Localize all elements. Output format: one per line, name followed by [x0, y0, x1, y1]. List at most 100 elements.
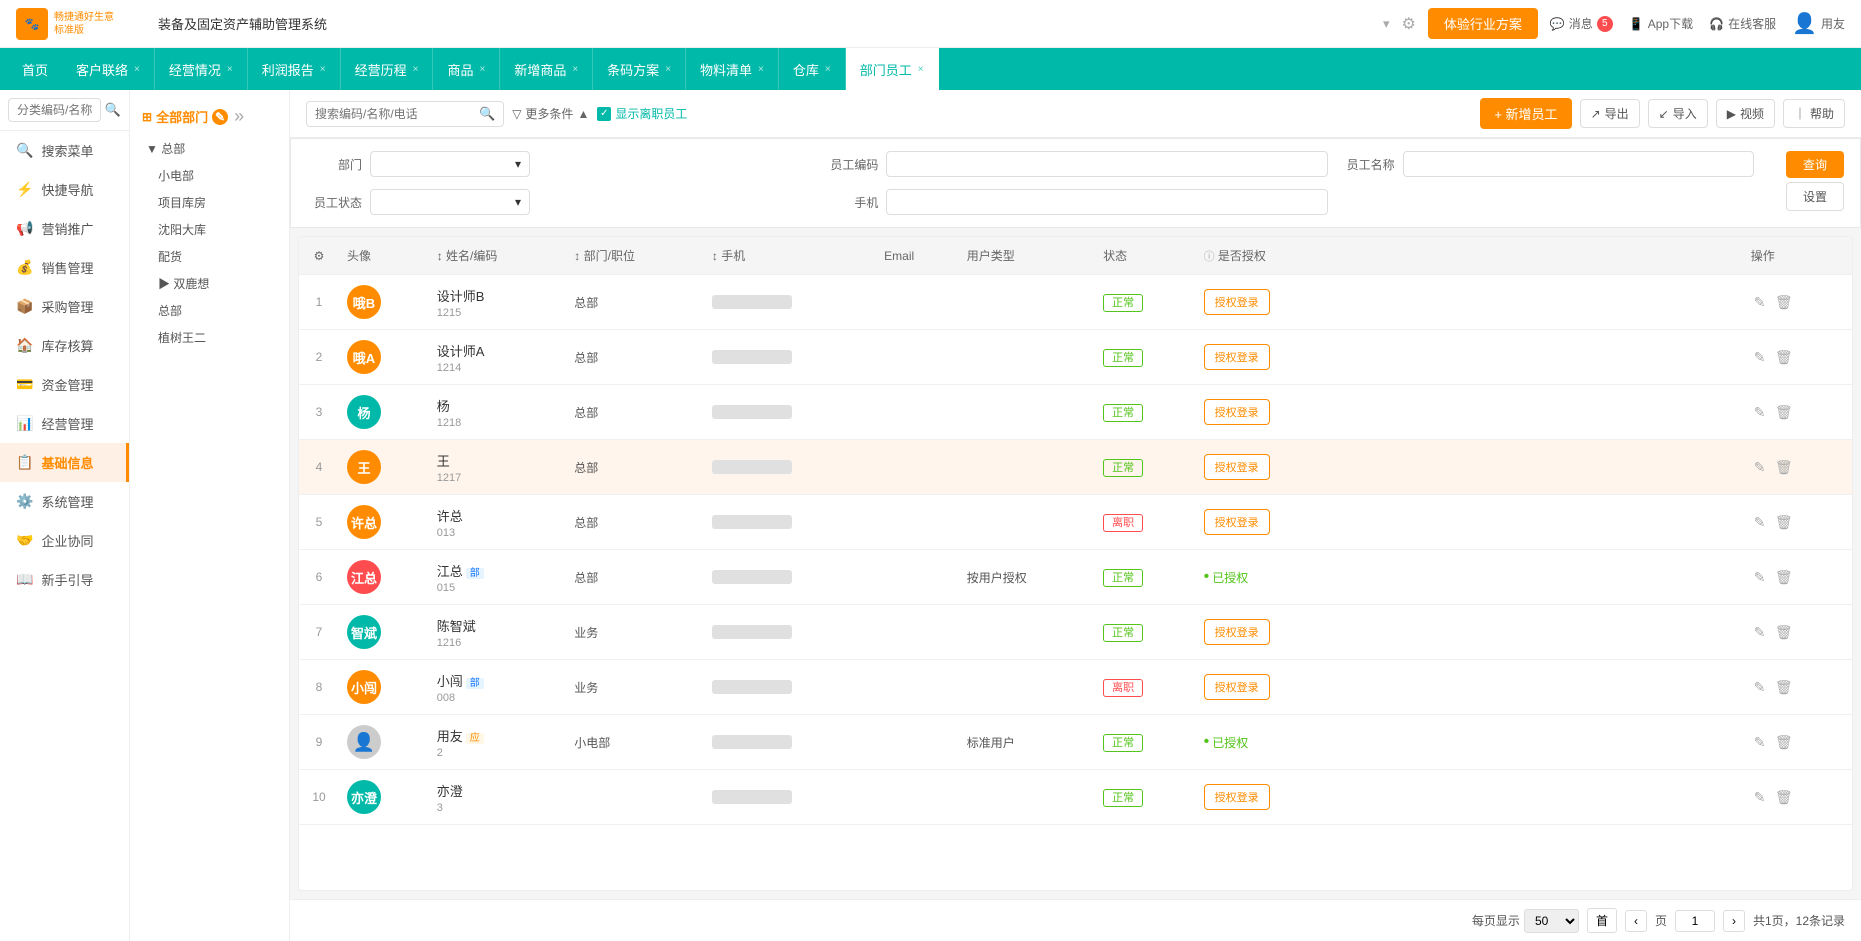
sidebar-item-资金管理[interactable]: 💳资金管理: [0, 365, 129, 404]
auth-btn[interactable]: 授权登录: [1204, 674, 1270, 700]
auth-btn[interactable]: 授权登录: [1204, 399, 1270, 425]
message-btn[interactable]: 💬 消息 5: [1550, 15, 1613, 32]
try-btn[interactable]: 体验行业方案: [1428, 8, 1538, 39]
filter-phone-input[interactable]: [886, 189, 1327, 215]
per-page-select[interactable]: 50 20 100: [1524, 909, 1579, 933]
search-icon[interactable]: 🔍: [479, 106, 495, 122]
dept-item-总部[interactable]: ▼ 总部: [138, 135, 281, 162]
more-filter[interactable]: ▽ 更多条件 ▲: [512, 105, 589, 122]
dept-tree-header[interactable]: ⊞ 全部部门 ✎ »: [138, 98, 281, 135]
first-page-btn[interactable]: 首: [1587, 908, 1617, 933]
nav-tab-新增商品[interactable]: 新增商品×: [500, 48, 593, 90]
auth-btn[interactable]: 授权登录: [1204, 454, 1270, 480]
dept-item-双鹿想[interactable]: ▶ 双鹿想: [138, 270, 281, 297]
edit-icon[interactable]: ✎: [1754, 349, 1766, 365]
sidebar-item-企业协同[interactable]: 🤝企业协同: [0, 521, 129, 560]
close-tab-icon[interactable]: ×: [413, 64, 419, 75]
delete-icon[interactable]: 🗑: [1775, 569, 1793, 585]
col-name[interactable]: ↕ 姓名/编码: [429, 237, 567, 275]
sidebar-item-搜索菜单[interactable]: 🔍搜索菜单: [0, 131, 129, 170]
auth-btn[interactable]: 授权登录: [1204, 509, 1270, 535]
help-btn[interactable]: ｜ 帮助: [1783, 99, 1845, 128]
edit-icon[interactable]: ✎: [1754, 789, 1766, 805]
export-btn[interactable]: ↗ 导出: [1580, 99, 1640, 128]
dept-item-总部[interactable]: 总部: [138, 297, 281, 324]
nav-tab-仓库[interactable]: 仓库×: [779, 48, 846, 90]
col-dept[interactable]: ↕ 部门/职位: [566, 237, 704, 275]
sidebar-item-新手引导[interactable]: 📖新手引导: [0, 560, 129, 599]
auth-cell[interactable]: 授权登录: [1196, 440, 1343, 495]
nav-tab-商品[interactable]: 商品×: [433, 48, 500, 90]
auth-btn[interactable]: 授权登录: [1204, 344, 1270, 370]
dept-item-配货[interactable]: 配货: [138, 243, 281, 270]
auth-btn[interactable]: 授权登录: [1204, 784, 1270, 810]
filter-dept-select[interactable]: ▾: [370, 151, 530, 177]
edit-icon[interactable]: ✎: [1754, 624, 1766, 640]
sidebar-search-icon[interactable]: 🔍: [105, 102, 121, 118]
auth-cell[interactable]: 授权登录: [1196, 605, 1343, 660]
close-tab-icon[interactable]: ×: [227, 64, 233, 75]
delete-icon[interactable]: 🗑: [1775, 514, 1793, 530]
sidebar-item-采购管理[interactable]: 📦采购管理: [0, 287, 129, 326]
page-input[interactable]: [1675, 910, 1715, 932]
nav-tab-经营情况[interactable]: 经营情况×: [155, 48, 248, 90]
delete-icon[interactable]: 🗑: [1775, 404, 1793, 420]
nav-tab-物料清单[interactable]: 物料清单×: [686, 48, 779, 90]
edit-icon[interactable]: ✎: [1754, 459, 1766, 475]
show-dimission-toggle[interactable]: ✓ 显示离职员工: [597, 105, 687, 122]
view-btn[interactable]: ▶ 视频: [1716, 99, 1775, 128]
add-employee-btn[interactable]: + 新增员工: [1480, 98, 1571, 129]
dept-item-沈阳大库[interactable]: 沈阳大库: [138, 216, 281, 243]
app-download-btn[interactable]: 📱 App下载: [1629, 15, 1693, 32]
delete-icon[interactable]: 🗑: [1775, 679, 1793, 695]
edit-icon[interactable]: ✎: [1754, 404, 1766, 420]
edit-icon[interactable]: ✎: [1754, 734, 1766, 750]
sidebar-item-经营管理[interactable]: 📊经营管理: [0, 404, 129, 443]
delete-icon[interactable]: 🗑: [1775, 294, 1793, 310]
delete-icon[interactable]: 🗑: [1775, 624, 1793, 640]
import-btn[interactable]: ↙ 导入: [1648, 99, 1708, 128]
search-input[interactable]: [315, 107, 475, 121]
auth-btn[interactable]: 授权登录: [1204, 619, 1270, 645]
auth-cell[interactable]: 授权登录: [1196, 385, 1343, 440]
sidebar-item-库存核算[interactable]: 🏠库存核算: [0, 326, 129, 365]
auth-cell[interactable]: 授权登录: [1196, 770, 1343, 825]
close-tab-icon[interactable]: ×: [134, 64, 140, 75]
close-tab-icon[interactable]: ×: [825, 64, 831, 75]
nav-tab-条码方案[interactable]: 条码方案×: [593, 48, 686, 90]
dept-item-项目库房[interactable]: 项目库房: [138, 189, 281, 216]
sidebar-item-基础信息[interactable]: 📋基础信息: [0, 443, 129, 482]
nav-tab-经营历程[interactable]: 经营历程×: [341, 48, 434, 90]
sidebar-item-销售管理[interactable]: 💰销售管理: [0, 248, 129, 287]
auth-cell[interactable]: 授权登录: [1196, 330, 1343, 385]
delete-icon[interactable]: 🗑: [1775, 734, 1793, 750]
online-service-btn[interactable]: 🎧 在线客服: [1709, 15, 1776, 32]
close-tab-icon[interactable]: ×: [665, 64, 671, 75]
sidebar-item-系统管理[interactable]: ⚙️系统管理: [0, 482, 129, 521]
dept-item-植树王二[interactable]: 植树王二: [138, 324, 281, 351]
edit-icon[interactable]: ✎: [1754, 679, 1766, 695]
nav-tab-home[interactable]: 首页: [8, 48, 62, 90]
close-tab-icon[interactable]: ×: [479, 64, 485, 75]
user-btn[interactable]: 👤 用友: [1792, 11, 1845, 36]
filter-emp-code-input[interactable]: [886, 151, 1327, 177]
close-tab-icon[interactable]: ×: [758, 64, 764, 75]
close-tab-icon[interactable]: ×: [572, 64, 578, 75]
delete-icon[interactable]: 🗑: [1775, 459, 1793, 475]
query-btn[interactable]: 查询: [1786, 151, 1844, 178]
dept-item-小电部[interactable]: 小电部: [138, 162, 281, 189]
filter-emp-status-select[interactable]: ▾: [370, 189, 530, 215]
nav-tab-利润报告[interactable]: 利润报告×: [248, 48, 341, 90]
reset-btn[interactable]: 设置: [1786, 182, 1844, 211]
auth-btn[interactable]: 授权登录: [1204, 289, 1270, 315]
delete-icon[interactable]: 🗑: [1775, 349, 1793, 365]
sidebar-item-营销推广[interactable]: 📢营销推广: [0, 209, 129, 248]
dept-edit-icon[interactable]: ✎: [212, 109, 228, 125]
filter-emp-name-input[interactable]: [1403, 151, 1754, 177]
dropdown-icon[interactable]: ▾: [1383, 16, 1390, 32]
sidebar-search-input[interactable]: [8, 98, 101, 122]
edit-icon[interactable]: ✎: [1754, 569, 1766, 585]
dept-collapse-btn[interactable]: »: [232, 104, 246, 129]
delete-icon[interactable]: 🗑: [1775, 789, 1793, 805]
gear-icon[interactable]: ⚙: [1401, 14, 1415, 34]
